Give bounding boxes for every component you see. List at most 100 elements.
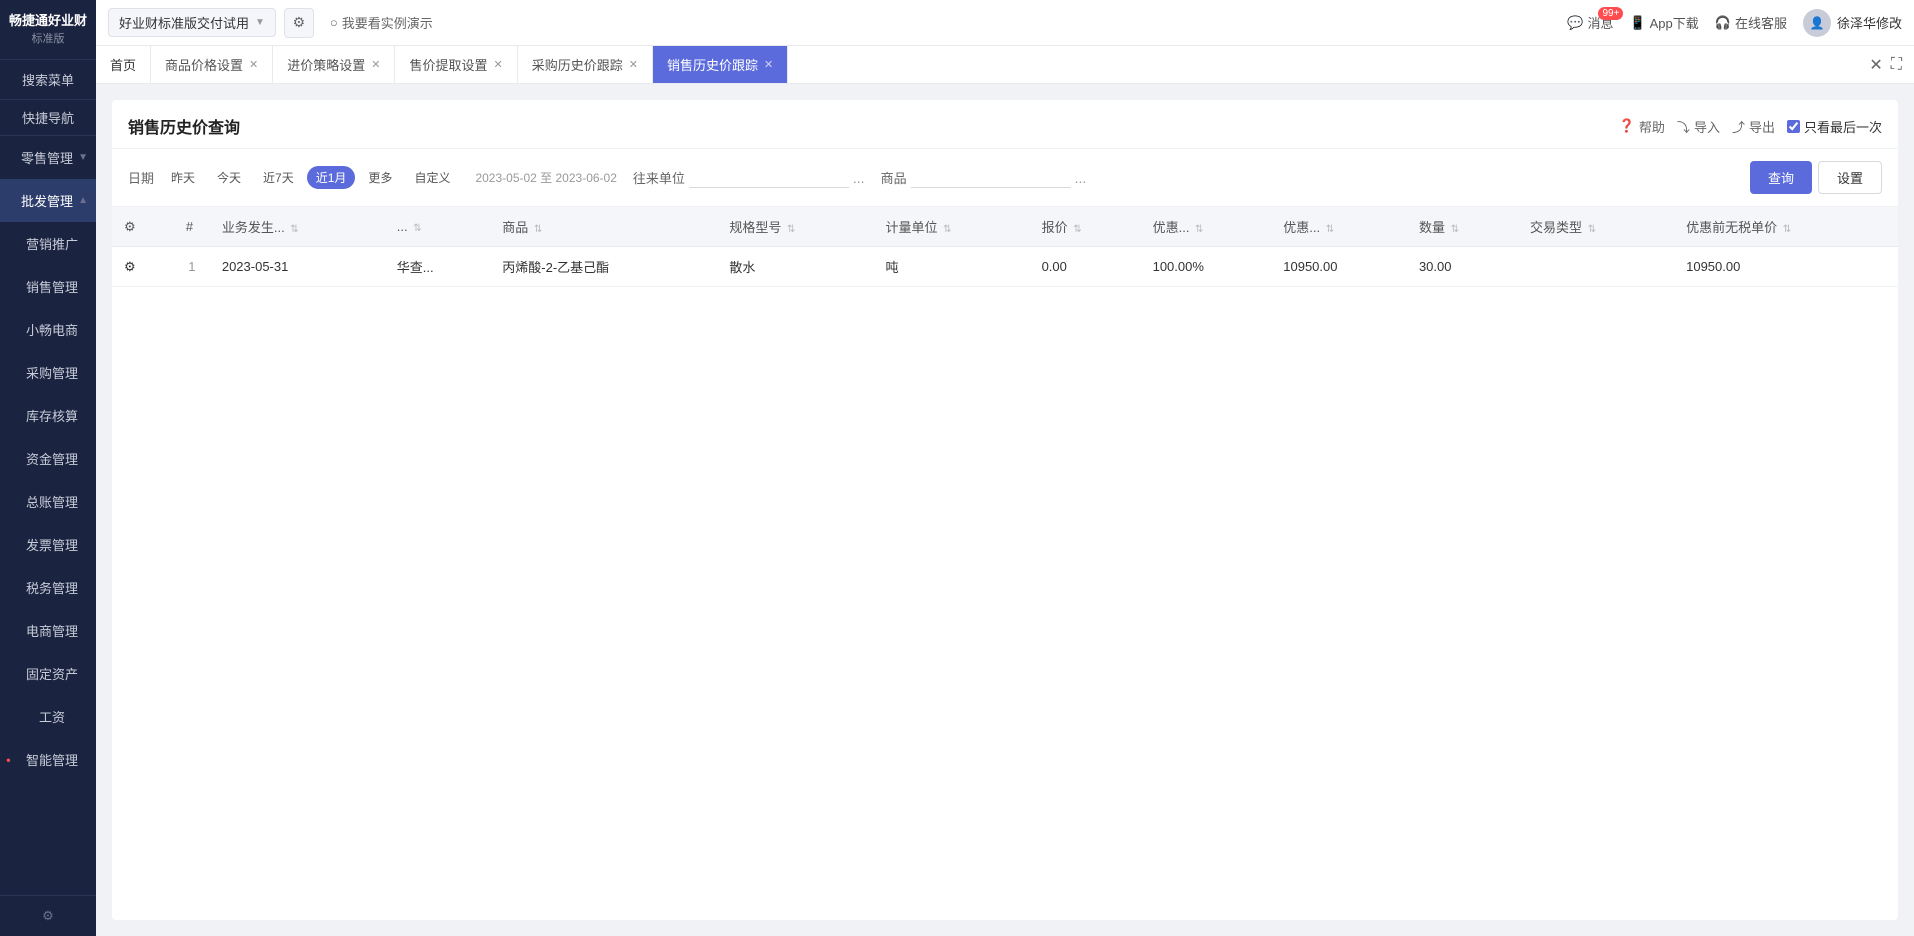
sidebar-item-5[interactable]: 采购管理 <box>0 351 96 394</box>
sidebar-item-12[interactable]: 固定资产 <box>0 652 96 695</box>
sidebar-settings-btn[interactable]: ⚙ <box>0 895 96 936</box>
row-settings-icon[interactable]: ⚙ <box>124 259 136 274</box>
topbar: 好业财标准版交付试用 ▼ ⚙ ○ 我要看实例演示 💬 消息 99+ 📱 App下… <box>96 0 1914 46</box>
sort-icon-more[interactable]: ⇅ <box>413 223 421 234</box>
col-header-more[interactable]: ... ⇅ <box>385 207 491 247</box>
sidebar-menu: 零售管理▼批发管理▲营销推广销售管理小畅电商采购管理库存核算资金管理总账管理发票… <box>0 136 96 781</box>
sidebar-item-label-1: 批发管理 <box>16 191 78 210</box>
show-last-input[interactable] <box>1787 120 1800 133</box>
help-btn[interactable]: ❓ 帮助 <box>1619 117 1665 136</box>
demo-link[interactable]: ○ 我要看实例演示 <box>330 13 433 32</box>
table-row[interactable]: ⚙12023-05-31华查...丙烯酸-2-乙基己酯散水吨0.00100.00… <box>112 247 1898 287</box>
expand-tab-btn[interactable]: ⛶ <box>1887 56 1906 74</box>
tab-close-5[interactable]: ✕ <box>764 58 773 71</box>
tab-sale-history[interactable]: 销售历史价跟踪✕ <box>653 46 788 84</box>
col-header-no: # <box>174 207 210 247</box>
cell-settings-0: ⚙ <box>112 247 174 287</box>
sort-icon-discount_pct[interactable]: ⇅ <box>1195 224 1203 235</box>
date-btn-today[interactable]: 今天 <box>208 166 250 189</box>
tab-purchase-history[interactable]: 采购历史价跟踪✕ <box>518 46 653 84</box>
sidebar-item-label-10: 税务管理 <box>16 578 88 597</box>
query-btn[interactable]: 查询 <box>1750 161 1812 194</box>
message-icon: 💬 <box>1567 15 1583 31</box>
col-header-business_date[interactable]: 业务发生... ⇅ <box>210 207 385 247</box>
col-header-unit[interactable]: 计量单位 ⇅ <box>873 207 1029 247</box>
sidebar-item-4[interactable]: 小畅电商 <box>0 308 96 351</box>
sort-icon-price[interactable]: ⇅ <box>1073 224 1081 235</box>
cell-discount_pct-0: 100.00% <box>1141 247 1272 287</box>
table-settings-icon[interactable]: ⚙ <box>124 219 136 234</box>
date-btn-7days[interactable]: 近7天 <box>254 166 303 189</box>
tab-close-4[interactable]: ✕ <box>629 58 638 71</box>
col-header-trade_type[interactable]: 交易类型 ⇅ <box>1518 207 1674 247</box>
close-tab-btn[interactable]: ✕ <box>1865 55 1886 75</box>
user-info[interactable]: 👤 徐泽华修改 <box>1803 9 1902 37</box>
sidebar-arrow-icon-1: ▲ <box>78 195 88 206</box>
date-btn-more[interactable]: 更多 <box>359 166 401 189</box>
source-unit-input[interactable] <box>689 168 849 188</box>
sort-icon-product[interactable]: ⇅ <box>534 224 542 235</box>
filter-settings-btn[interactable]: 设置 <box>1818 161 1882 194</box>
tab-label-3: 售价提取设置 <box>409 55 487 74</box>
sidebar-item-6[interactable]: 库存核算 <box>0 394 96 437</box>
import-btn[interactable]: ⤵ 导入 <box>1677 117 1720 136</box>
sort-icon-quantity[interactable]: ⇅ <box>1451 224 1459 235</box>
sort-icon-spec[interactable]: ⇅ <box>787 224 795 235</box>
quick-nav-btn[interactable]: 快捷导航 <box>0 100 96 136</box>
tab-home[interactable]: 首页 <box>96 46 151 84</box>
table-container: ⚙#业务发生... ⇅... ⇅商品 ⇅规格型号 ⇅计量单位 ⇅报价 ⇅优惠..… <box>112 207 1898 303</box>
online-service-btn[interactable]: 🎧 在线客服 <box>1715 13 1787 32</box>
col-header-price[interactable]: 报价 ⇅ <box>1030 207 1141 247</box>
sidebar-item-9[interactable]: 发票管理 <box>0 523 96 566</box>
export-icon: ⤴ <box>1732 117 1745 136</box>
sidebar-item-3[interactable]: 销售管理 <box>0 265 96 308</box>
topbar-left: 好业财标准版交付试用 ▼ ⚙ ○ 我要看实例演示 <box>108 8 1567 38</box>
cell-unit-0: 吨 <box>873 247 1029 287</box>
product-input[interactable] <box>911 168 1071 188</box>
sidebar-item-13[interactable]: 工资 <box>0 695 96 738</box>
sidebar-item-0[interactable]: 零售管理▼ <box>0 136 96 179</box>
tab-close-2[interactable]: ✕ <box>371 58 380 71</box>
col-header-discount_val[interactable]: 优惠... ⇅ <box>1271 207 1407 247</box>
version-selector[interactable]: 好业财标准版交付试用 ▼ <box>108 8 276 37</box>
message-btn[interactable]: 💬 消息 99+ <box>1567 13 1613 32</box>
version-settings-btn[interactable]: ⚙ <box>284 8 314 38</box>
source-unit-dots-btn[interactable]: ... <box>853 170 865 186</box>
app-download-btn[interactable]: 📱 App下载 <box>1629 13 1698 32</box>
sidebar-item-label-9: 发票管理 <box>16 535 88 554</box>
sidebar-item-2[interactable]: 营销推广 <box>0 222 96 265</box>
sort-icon-business_date[interactable]: ⇅ <box>290 224 298 235</box>
show-last-checkbox[interactable]: 只看最后一次 <box>1787 117 1882 136</box>
sort-icon-discount_val[interactable]: ⇅ <box>1326 224 1334 235</box>
sort-icon-unit[interactable]: ⇅ <box>943 224 951 235</box>
export-btn[interactable]: ⤴ 导出 <box>1732 117 1775 136</box>
search-menu-btn[interactable]: 搜索菜单 <box>0 60 96 100</box>
sidebar-item-11[interactable]: 电商管理 <box>0 609 96 652</box>
date-btn-1month[interactable]: 近1月 <box>307 166 356 189</box>
sort-icon-trade_type[interactable]: ⇅ <box>1588 224 1596 235</box>
tab-close-1[interactable]: ✕ <box>249 58 258 71</box>
date-btn-yesterday[interactable]: 昨天 <box>162 166 204 189</box>
sidebar-item-8[interactable]: 总账管理 <box>0 480 96 523</box>
col-header-discount_pct[interactable]: 优惠... ⇅ <box>1141 207 1272 247</box>
tab-close-3[interactable]: ✕ <box>494 58 503 71</box>
sidebar-item-7[interactable]: 资金管理 <box>0 437 96 480</box>
product-dots-btn[interactable]: ... <box>1075 170 1087 186</box>
tab-sale-price[interactable]: 售价提取设置 ✕ <box>395 46 517 84</box>
version-label: 好业财标准版交付试用 <box>119 13 249 32</box>
sidebar-item-10[interactable]: 税务管理 <box>0 566 96 609</box>
cell-business_date-0: 2023-05-31 <box>210 247 385 287</box>
sidebar-item-14[interactable]: 智能管理 <box>0 738 96 781</box>
sidebar-item-1[interactable]: 批发管理▲ <box>0 179 96 222</box>
col-header-spec[interactable]: 规格型号 ⇅ <box>717 207 873 247</box>
col-header-quantity[interactable]: 数量 ⇅ <box>1407 207 1518 247</box>
online-service-label: 在线客服 <box>1735 13 1787 32</box>
col-header-pretax_price[interactable]: 优惠前无税单价 ⇅ <box>1674 207 1898 247</box>
table-header: ⚙#业务发生... ⇅... ⇅商品 ⇅规格型号 ⇅计量单位 ⇅报价 ⇅优惠..… <box>112 207 1898 247</box>
tab-purchase-strategy[interactable]: 进价策略设置✕ <box>273 46 395 84</box>
date-btn-custom[interactable]: 自定义 <box>405 166 459 189</box>
tab-price[interactable]: 商品价格设置✕ <box>151 46 273 84</box>
col-header-product[interactable]: 商品 ⇅ <box>490 207 717 247</box>
sort-icon-pretax_price[interactable]: ⇅ <box>1783 224 1791 235</box>
settings-icon: ⚙ <box>42 908 54 923</box>
